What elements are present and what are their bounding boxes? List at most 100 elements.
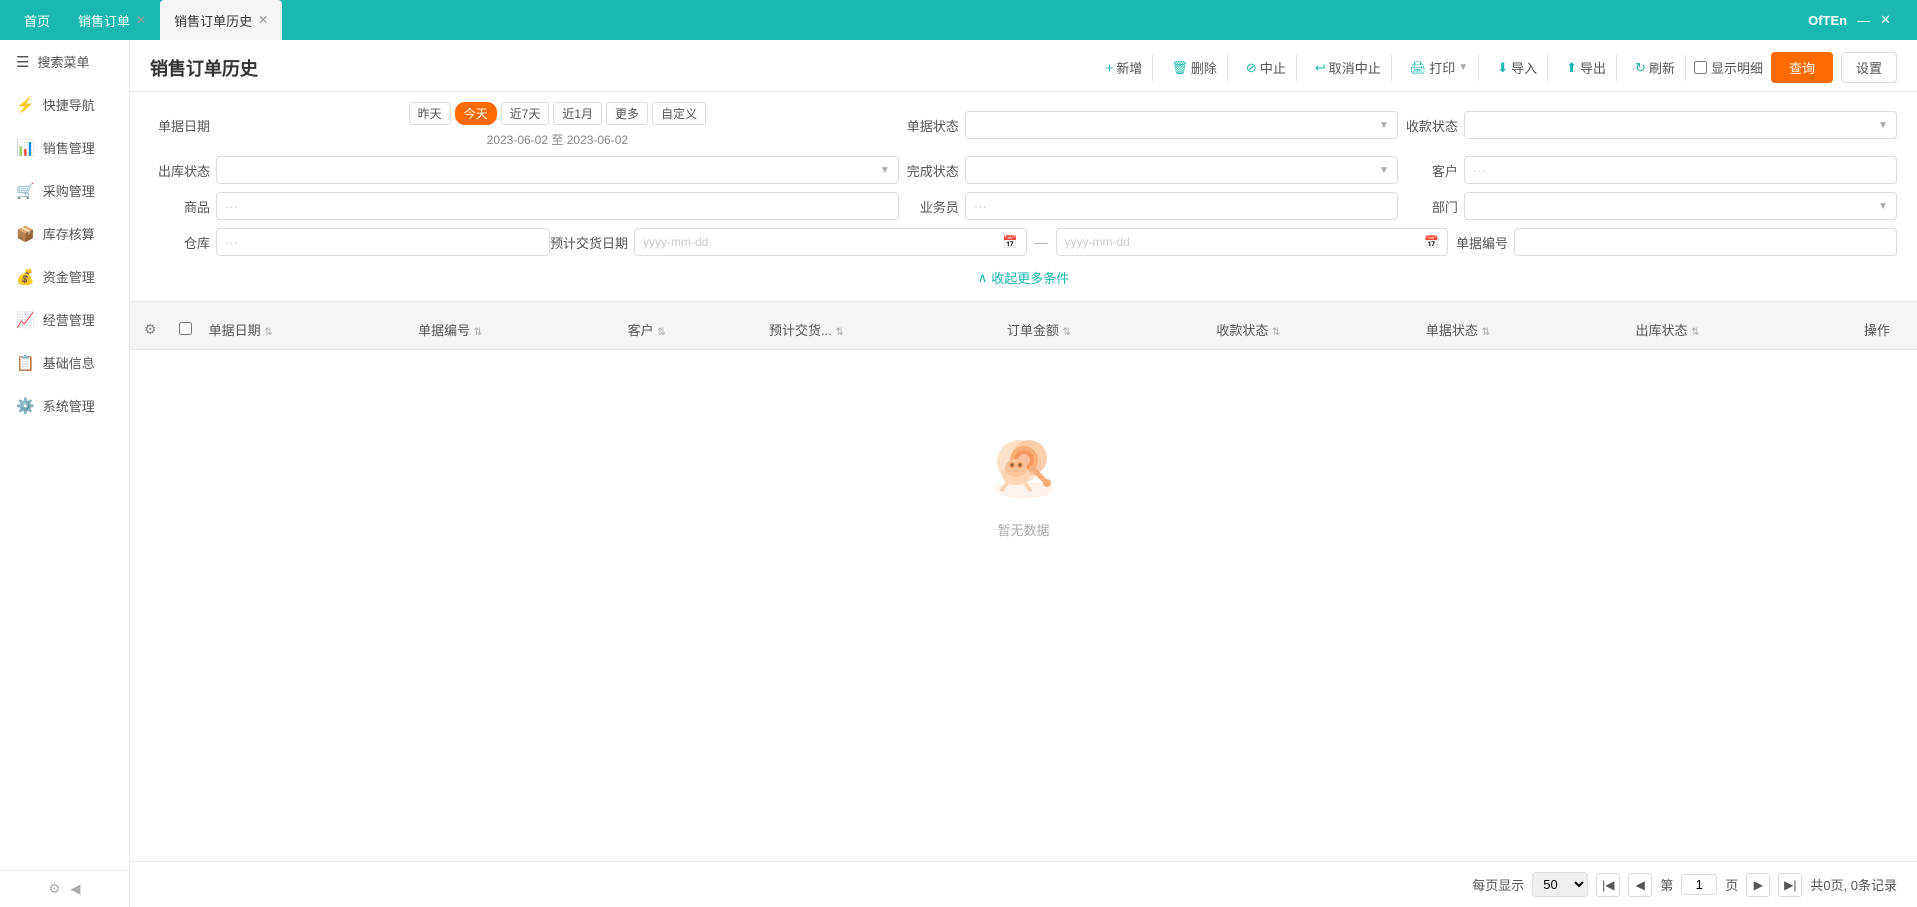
th-date-label: 单据日期 bbox=[209, 323, 261, 338]
salesman-input[interactable]: ··· bbox=[965, 192, 1398, 220]
stop-btn[interactable]: ⊘ 中止 bbox=[1236, 54, 1297, 81]
first-page-btn[interactable]: |◀ bbox=[1596, 873, 1620, 897]
show-detail-checkbox[interactable]: 显示明细 bbox=[1694, 58, 1763, 77]
prev-page-btn[interactable]: ◀ bbox=[1628, 873, 1652, 897]
last-page-btn[interactable]: ▶| bbox=[1778, 873, 1802, 897]
bill-status-select[interactable]: ▼ bbox=[965, 111, 1398, 139]
tab-sales-order-history[interactable]: 销售订单历史 ✕ bbox=[160, 0, 282, 40]
customer-input[interactable]: ··· bbox=[1464, 156, 1897, 184]
warehouse-input[interactable]: ··· bbox=[216, 228, 550, 256]
sidebar-item-stock-calc[interactable]: 📦 库存核算 bbox=[0, 212, 129, 255]
sidebar-item-stock-calc-label: 库存核算 bbox=[43, 224, 95, 243]
shortcut-last7[interactable]: 近7天 bbox=[501, 102, 550, 125]
th-payment-status: 收款状态 ⇅ bbox=[1208, 310, 1418, 350]
out-status-arrow-icon: ▼ bbox=[880, 165, 890, 176]
tab-home[interactable]: 首页 bbox=[10, 0, 64, 40]
th-checkbox bbox=[171, 310, 201, 350]
sidebar-expand-btn[interactable]: ◀ bbox=[70, 881, 80, 897]
sort-date-icon[interactable]: ⇅ bbox=[264, 327, 272, 338]
sidebar-item-quick-nav[interactable]: ⚡ 快捷导航 bbox=[0, 83, 129, 126]
select-all-checkbox[interactable] bbox=[179, 322, 192, 335]
collapse-up-icon: ∧ bbox=[978, 270, 988, 286]
empty-state-icon bbox=[974, 410, 1074, 510]
out-status-select[interactable]: ▼ bbox=[216, 156, 899, 184]
biz-mgmt-icon: 📈 bbox=[16, 311, 35, 329]
sort-customer-icon[interactable]: ⇅ bbox=[657, 327, 665, 338]
sort-no-icon[interactable]: ⇅ bbox=[474, 327, 482, 338]
expected-date-from[interactable]: yyyy-mm-dd 📅 bbox=[634, 228, 1027, 256]
expected-date-to[interactable]: yyyy-mm-dd 📅 bbox=[1056, 228, 1449, 256]
sidebar-item-base-info[interactable]: 📋 基础信息 bbox=[0, 341, 129, 384]
new-btn[interactable]: + 新增 bbox=[1096, 54, 1154, 81]
close-btn[interactable]: ✕ bbox=[1880, 12, 1891, 28]
stop-btn-label: 中止 bbox=[1260, 58, 1286, 77]
sort-expected-date-icon[interactable]: ⇅ bbox=[836, 327, 844, 338]
sidebar-item-search-menu[interactable]: ☰ 搜索菜单 bbox=[0, 40, 129, 83]
dept-select[interactable]: ▼ bbox=[1464, 192, 1897, 220]
sidebar-item-fund-mgmt[interactable]: 💰 资金管理 bbox=[0, 255, 129, 298]
tab-sales-order-history-label: 销售订单历史 bbox=[174, 11, 252, 30]
page-input[interactable] bbox=[1681, 874, 1717, 895]
tab-sales-order[interactable]: 销售订单 ✕ bbox=[64, 0, 160, 40]
payment-status-select[interactable]: ▼ bbox=[1464, 111, 1897, 139]
shortcut-custom[interactable]: 自定义 bbox=[652, 102, 706, 125]
minimize-btn[interactable]: — bbox=[1857, 13, 1870, 28]
complete-status-select[interactable]: ▼ bbox=[965, 156, 1398, 184]
cancel-stop-icon: ↩ bbox=[1315, 60, 1326, 76]
collapse-bar[interactable]: ∧ 收起更多条件 bbox=[150, 264, 1897, 291]
th-bill-status: 单据状态 ⇅ bbox=[1418, 310, 1628, 350]
date-to-icon: 📅 bbox=[1424, 235, 1439, 249]
show-detail-input[interactable] bbox=[1694, 61, 1707, 74]
refresh-btn[interactable]: ↻ 刷新 bbox=[1625, 54, 1686, 81]
filter-row-4: 仓库 ··· 预计交货日期 yyyy-mm-dd 📅 — yyyy bbox=[150, 228, 1897, 256]
sort-bill-status-icon[interactable]: ⇅ bbox=[1482, 327, 1490, 338]
brand-label: OfTEn bbox=[1808, 13, 1847, 28]
tab-sales-order-close[interactable]: ✕ bbox=[136, 13, 146, 27]
th-expected-date: 预计交货... ⇅ bbox=[761, 310, 999, 350]
empty-state: 暂无数据 bbox=[130, 350, 1917, 599]
print-btn[interactable]: 🖨 打印 ▼ bbox=[1400, 54, 1479, 81]
sort-out-status-icon[interactable]: ⇅ bbox=[1691, 327, 1699, 338]
shortcut-today[interactable]: 今天 bbox=[455, 102, 497, 125]
sidebar-item-sales-mgmt[interactable]: 📊 销售管理 bbox=[0, 126, 129, 169]
sort-amount-icon[interactable]: ⇅ bbox=[1063, 327, 1071, 338]
date-to-placeholder: yyyy-mm-dd bbox=[1065, 235, 1130, 249]
delete-btn[interactable]: 🗑 删除 bbox=[1161, 54, 1228, 81]
product-input[interactable]: ··· bbox=[216, 192, 899, 220]
payment-status-label: 收款状态 bbox=[1398, 116, 1458, 135]
shortcut-last1m[interactable]: 近1月 bbox=[553, 102, 602, 125]
sidebar-item-biz-mgmt-label: 经营管理 bbox=[43, 310, 95, 329]
shortcut-more[interactable]: 更多 bbox=[606, 102, 648, 125]
page-size-select[interactable]: 20 50 100 bbox=[1532, 872, 1588, 897]
filter-date: 单据日期 昨天 今天 近7天 近1月 更多 自定义 2023-06-02 至 2… bbox=[150, 102, 899, 148]
gear-btn[interactable]: ⚙ bbox=[138, 319, 163, 339]
export-btn[interactable]: ⬆ 导出 bbox=[1556, 54, 1617, 81]
sidebar-item-sys-mgmt-label: 系统管理 bbox=[43, 396, 95, 415]
setting-btn[interactable]: 设置 bbox=[1841, 52, 1897, 83]
import-btn[interactable]: ⬇ 导入 bbox=[1487, 54, 1548, 81]
purchase-mgmt-icon: 🛒 bbox=[16, 182, 35, 200]
sales-mgmt-icon: 📊 bbox=[16, 139, 35, 157]
th-payment-status-label: 收款状态 bbox=[1216, 323, 1268, 338]
next-page-btn[interactable]: ▶ bbox=[1746, 873, 1770, 897]
sidebar-item-biz-mgmt[interactable]: 📈 经营管理 bbox=[0, 298, 129, 341]
query-btn[interactable]: 查询 bbox=[1771, 52, 1833, 83]
th-settings: ⚙ bbox=[130, 310, 171, 350]
base-info-icon: 📋 bbox=[16, 354, 35, 372]
expected-date-label: 预计交货日期 bbox=[550, 233, 628, 252]
warehouse-ellipsis: ··· bbox=[225, 235, 238, 250]
sort-payment-status-icon[interactable]: ⇅ bbox=[1272, 327, 1280, 338]
date-shortcut-bar: 昨天 今天 近7天 近1月 更多 自定义 bbox=[409, 102, 706, 125]
customer-label: 客户 bbox=[1398, 161, 1458, 180]
bill-no-input[interactable] bbox=[1514, 228, 1897, 256]
shortcut-yesterday[interactable]: 昨天 bbox=[409, 102, 451, 125]
tab-sales-order-history-close[interactable]: ✕ bbox=[258, 13, 268, 27]
cancel-stop-btn[interactable]: ↩ 取消中止 bbox=[1305, 54, 1392, 81]
stop-icon: ⊘ bbox=[1246, 60, 1257, 76]
search-menu-icon: ☰ bbox=[16, 53, 29, 71]
filter-bill-status: 单据状态 ▼ bbox=[899, 111, 1398, 139]
sidebar-item-purchase-mgmt[interactable]: 🛒 采购管理 bbox=[0, 169, 129, 212]
sidebar-item-sys-mgmt[interactable]: ⚙️ 系统管理 bbox=[0, 384, 129, 427]
date-label: 单据日期 bbox=[150, 116, 210, 135]
sidebar-settings-btn[interactable]: ⚙ bbox=[49, 881, 61, 897]
